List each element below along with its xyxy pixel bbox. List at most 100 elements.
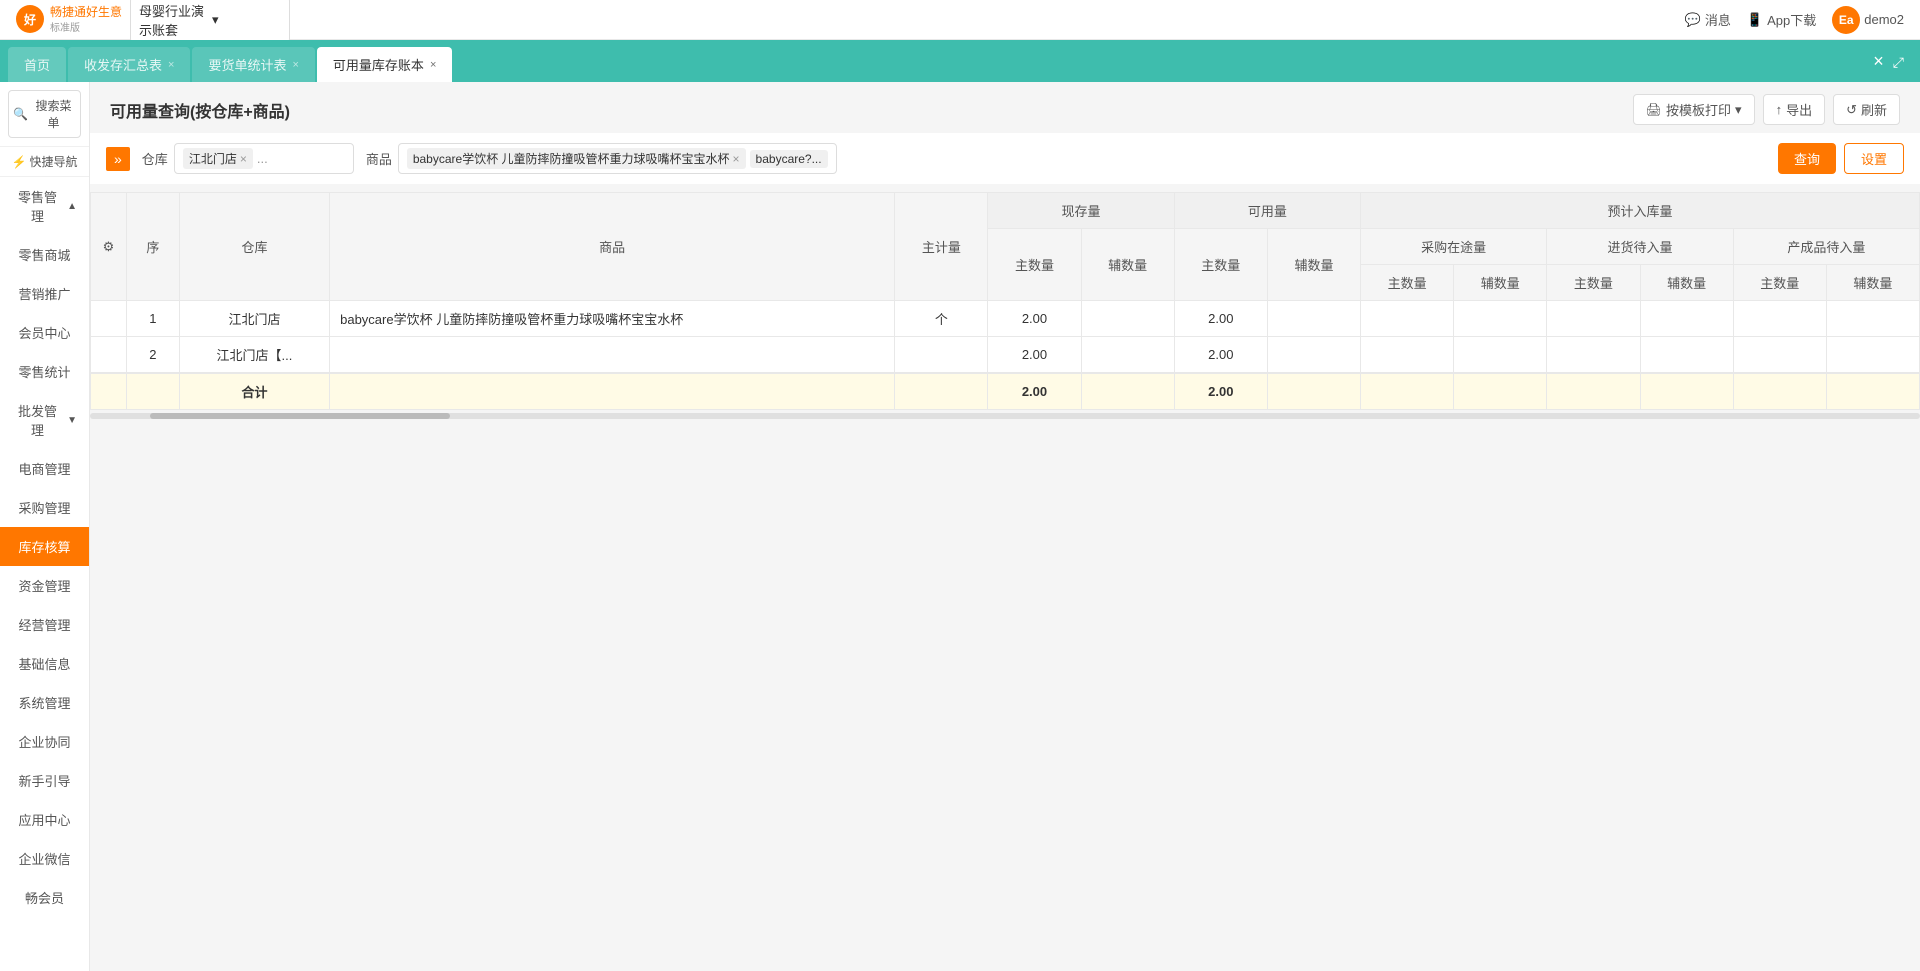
query-btn[interactable]: 查询 bbox=[1778, 143, 1836, 174]
settings-btn[interactable]: 设置 bbox=[1844, 143, 1904, 174]
scroll-thumb[interactable] bbox=[150, 413, 450, 419]
row-no: 1 bbox=[127, 301, 180, 337]
sidebar-item-member[interactable]: 畅会员 bbox=[0, 878, 89, 917]
sidebar-item-member-vip-label: 畅会员 bbox=[25, 888, 64, 907]
export-btn[interactable]: ↑ 导出 bbox=[1763, 94, 1826, 125]
warehouse-input[interactable]: 江北门店 × ... bbox=[174, 143, 354, 174]
refresh-icon: ↺ bbox=[1846, 102, 1857, 118]
tab-home[interactable]: 首页 bbox=[8, 47, 66, 82]
warehouse-filter-group: 仓库 江北门店 × ... bbox=[142, 143, 354, 174]
warehouse-ellipsis[interactable]: ... bbox=[257, 151, 268, 166]
print-template-btn[interactable]: 🖨 按模板打印 ▾ bbox=[1633, 94, 1755, 125]
sidebar-item-purchase[interactable]: 采购管理 bbox=[0, 488, 89, 527]
sidebar-item-inventory-check[interactable]: 库存核算 bbox=[0, 527, 89, 566]
message-btn[interactable]: 💬 消息 bbox=[1685, 10, 1731, 29]
top-bar: 好 畅捷通好生意 标准版 母婴行业演示账套 ▾ 💬 消息 📱 App下载 Ea … bbox=[0, 0, 1920, 40]
sidebar-item-retail-mall[interactable]: 零售商城 bbox=[0, 235, 89, 274]
product-tag1-remove[interactable]: × bbox=[733, 152, 740, 166]
product-tag1-value: babycare学饮杯 儿童防摔防撞吸管杯重力球吸嘴杯宝宝水杯 bbox=[413, 150, 730, 167]
group-production-header: 产成品待入量 bbox=[1733, 229, 1919, 265]
user-menu[interactable]: Ea demo2 bbox=[1832, 6, 1904, 34]
sidebar-item-enterprise-collab[interactable]: 企业协同 bbox=[0, 722, 89, 761]
app-icon: 📱 bbox=[1747, 12, 1763, 28]
tenant-selector-value: 母婴行业演示账套 bbox=[139, 1, 208, 39]
row-warehouse: 江北门店【... bbox=[179, 337, 329, 374]
sidebar-item-system[interactable]: 系统管理 bbox=[0, 683, 89, 722]
tab-receivables-close[interactable]: × bbox=[168, 59, 174, 71]
tab-available-inventory[interactable]: 可用量库存账本 × bbox=[317, 47, 452, 82]
sidebar-item-finance-label: 资金管理 bbox=[18, 576, 70, 595]
group-avail-header: 可用量 bbox=[1174, 193, 1360, 229]
sidebar-item-app-center[interactable]: 应用中心 bbox=[0, 800, 89, 839]
product-input[interactable]: babycare学饮杯 儿童防摔防撞吸管杯重力球吸嘴杯宝宝水杯 × babyca… bbox=[398, 143, 837, 174]
sidebar-item-ecommerce[interactable]: 电商管理 bbox=[0, 449, 89, 488]
page-actions: 🖨 按模板打印 ▾ ↑ 导出 ↺ 刷新 bbox=[1633, 94, 1901, 125]
product-tag2: babycare?... bbox=[750, 150, 828, 168]
filter-expand-btn[interactable]: » bbox=[106, 147, 130, 171]
logo-text-group: 畅捷通好生意 标准版 bbox=[50, 5, 122, 34]
horizontal-scrollbar[interactable] bbox=[90, 410, 1920, 422]
avatar-text: Ea bbox=[1839, 13, 1854, 27]
sidebar-item-wechat[interactable]: 企业微信 bbox=[0, 839, 89, 878]
table-settings-col[interactable]: ⚙ bbox=[91, 193, 127, 301]
quick-nav-icon: ⚡ bbox=[12, 155, 27, 169]
col-no-header: 序 bbox=[127, 193, 180, 301]
sidebar-item-member-center[interactable]: 会员中心 bbox=[0, 313, 89, 352]
warehouse-tag-remove[interactable]: × bbox=[240, 152, 247, 166]
print-label: 按模板打印 bbox=[1666, 100, 1731, 119]
filter-bar: » 仓库 江北门店 × ... 商品 babycare学饮杯 儿童防摔防撞吸管杯… bbox=[90, 133, 1920, 184]
sidebar-item-finance[interactable]: 资金管理 bbox=[0, 566, 89, 605]
sidebar-item-basic-info[interactable]: 基础信息 bbox=[0, 644, 89, 683]
row-warehouse: 江北门店 bbox=[179, 301, 329, 337]
row-prod-main bbox=[1733, 301, 1826, 337]
message-icon: 💬 bbox=[1685, 12, 1701, 28]
table-row: 2 江北门店【... 2.00 2.00 bbox=[91, 337, 1920, 374]
quick-nav-btn[interactable]: ⚡ 快捷导航 bbox=[0, 147, 89, 177]
tab-receivables-summary[interactable]: 收发存汇总表 × bbox=[68, 47, 190, 82]
group-forecast-header: 预计入库量 bbox=[1361, 193, 1920, 229]
sidebar-item-operations[interactable]: 经营管理 bbox=[0, 605, 89, 644]
search-menu-btn[interactable]: 🔍 搜索菜单 bbox=[8, 90, 81, 138]
avatar: Ea bbox=[1832, 6, 1860, 34]
user-name: demo2 bbox=[1864, 12, 1904, 27]
sidebar: 🔍 搜索菜单 ⚡ 快捷导航 零售管理 ▲ 零售商城 营销推广 会员中心 零售统计… bbox=[0, 82, 90, 971]
row-inbound-aux bbox=[1640, 301, 1733, 337]
inventory-table: ⚙ 序 仓库 商品 主计量 现存量 可用量 预计入库量 主数量 辅数量 主数量 … bbox=[90, 192, 1920, 410]
refresh-btn[interactable]: ↺ 刷新 bbox=[1833, 94, 1900, 125]
tab-order-stats[interactable]: 要货单统计表 × bbox=[192, 47, 314, 82]
close-all-icon: × bbox=[1873, 51, 1884, 71]
sidebar-item-member-label: 会员中心 bbox=[18, 323, 70, 342]
row-unit bbox=[895, 337, 988, 374]
product-tag1: babycare学饮杯 儿童防摔防撞吸管杯重力球吸嘴杯宝宝水杯 × bbox=[407, 148, 746, 169]
product-filter-group: 商品 babycare学饮杯 儿童防摔防撞吸管杯重力球吸嘴杯宝宝水杯 × bab… bbox=[366, 143, 837, 174]
top-bar-right: 💬 消息 📱 App下载 Ea demo2 bbox=[1685, 6, 1904, 34]
caret-up-icon: ▲ bbox=[67, 201, 77, 212]
col-inbound-aux-header: 辅数量 bbox=[1640, 265, 1733, 301]
row-stock-main: 2.00 bbox=[988, 337, 1081, 374]
sidebar-item-retail-mgmt[interactable]: 零售管理 ▲ bbox=[0, 177, 89, 235]
logo-sub: 标准版 bbox=[50, 19, 122, 34]
app-download-btn[interactable]: 📱 App下载 bbox=[1747, 10, 1816, 29]
export-label: 导出 bbox=[1786, 100, 1812, 119]
row-avail-main: 2.00 bbox=[1174, 337, 1267, 374]
col-stock-aux-header: 辅数量 bbox=[1081, 229, 1174, 301]
tab-order-close[interactable]: × bbox=[292, 59, 298, 71]
group-purchase-header: 采购在途量 bbox=[1361, 229, 1547, 265]
scroll-track bbox=[90, 413, 1920, 419]
col-avail-aux-header: 辅数量 bbox=[1267, 229, 1360, 301]
row-inbound-aux bbox=[1640, 337, 1733, 374]
search-icon: 🔍 bbox=[13, 107, 28, 121]
row-stock-aux bbox=[1081, 337, 1174, 374]
row-settings-cell bbox=[91, 337, 127, 374]
close-all-tabs-btn[interactable]: × ⤢ bbox=[1865, 47, 1912, 76]
tab-available-close[interactable]: × bbox=[430, 59, 436, 71]
page-header: 可用量查询(按仓库+商品) 🖨 按模板打印 ▾ ↑ 导出 ↺ 刷新 bbox=[90, 82, 1920, 133]
tab-order-label: 要货单统计表 bbox=[208, 55, 286, 74]
sidebar-item-basic-info-label: 基础信息 bbox=[18, 654, 70, 673]
table-footer-row: 合计 2.00 2.00 bbox=[91, 373, 1920, 410]
sidebar-item-wholesale[interactable]: 批发管理 ▼ bbox=[0, 391, 89, 449]
sidebar-item-retail-stats[interactable]: 零售统计 bbox=[0, 352, 89, 391]
sidebar-item-marketing[interactable]: 营销推广 bbox=[0, 274, 89, 313]
sidebar-item-newbie[interactable]: 新手引导 bbox=[0, 761, 89, 800]
tenant-selector[interactable]: 母婴行业演示账套 ▾ bbox=[130, 0, 290, 43]
